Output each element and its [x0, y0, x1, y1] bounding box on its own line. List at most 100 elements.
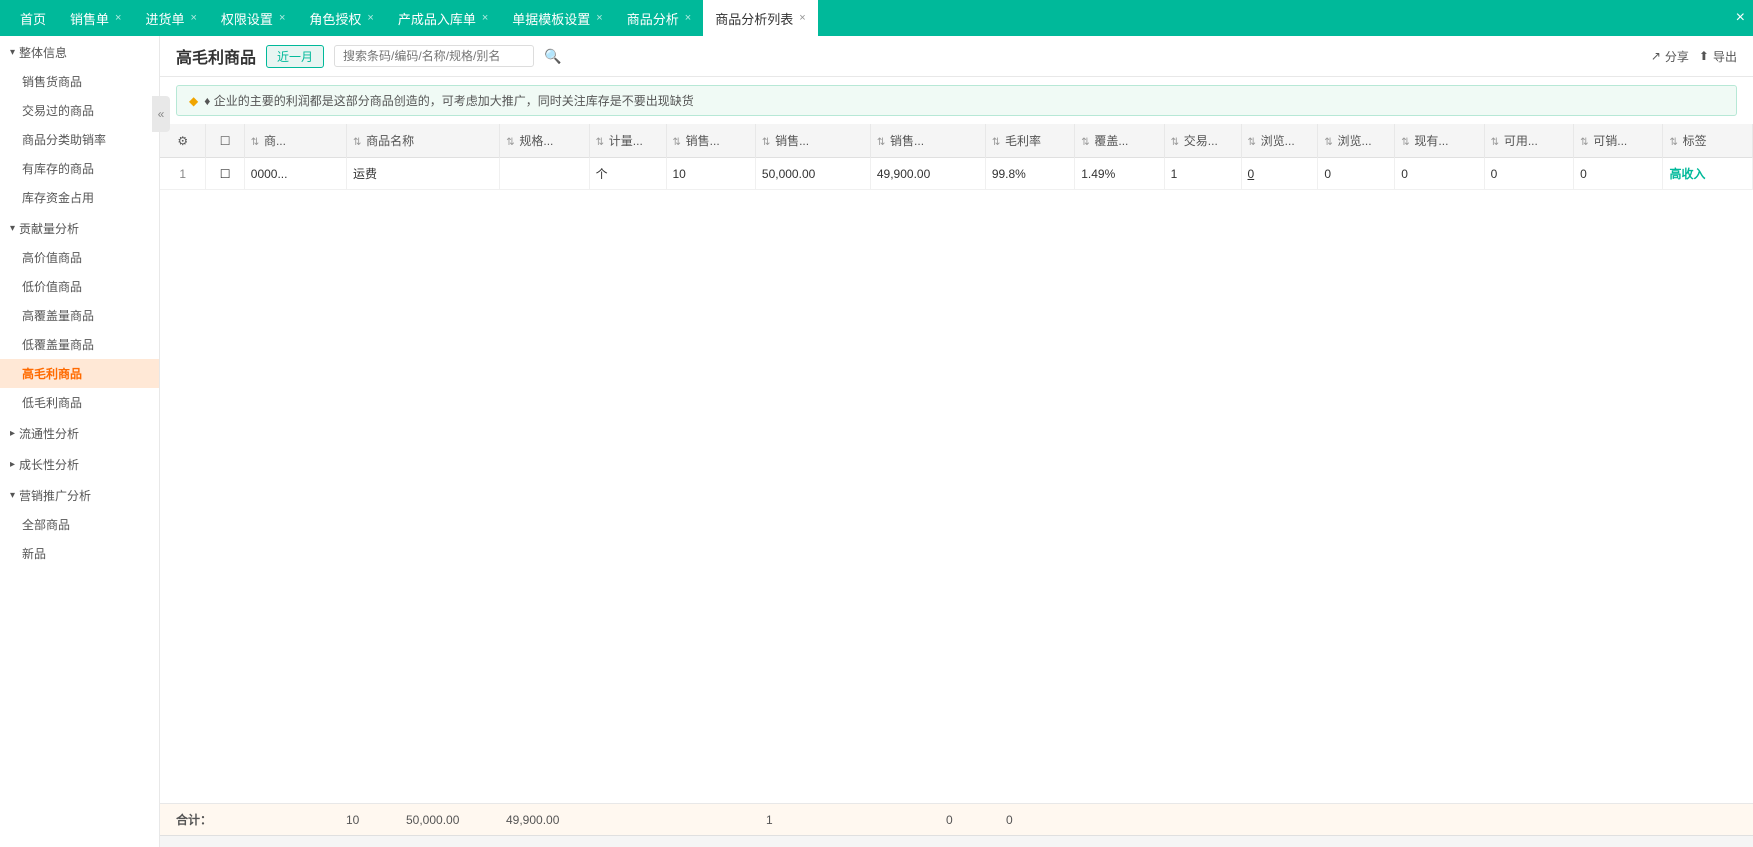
sidebar-item-0-3[interactable]: 有库存的商品: [0, 154, 159, 183]
col-label-3: 商品名称: [366, 134, 414, 148]
sort-icon-17[interactable]: ⇅: [1669, 137, 1680, 148]
table-col-14: ⇅ 现有...: [1395, 124, 1484, 158]
cell-0-0: 1: [160, 158, 206, 190]
sidebar-item-0-4[interactable]: 库存资金占用: [0, 183, 159, 212]
sort-icon-7[interactable]: ⇅: [762, 137, 773, 148]
sidebar-item-1-5[interactable]: 低毛利商品: [0, 388, 159, 417]
sidebar-group-arrow-4: ▾: [10, 490, 15, 501]
sort-icon-11[interactable]: ⇅: [1171, 137, 1182, 148]
collapse-icon: «: [158, 107, 165, 121]
col-label-15: 可用...: [1504, 134, 1538, 148]
nav-item-6[interactable]: 单据模板设置×: [500, 0, 614, 36]
nav-item-1[interactable]: 销售单×: [58, 0, 133, 36]
nav-item-4[interactable]: 角色授权×: [297, 0, 385, 36]
cell-0-1[interactable]: ☐: [206, 158, 244, 190]
sidebar-group-arrow-3: ▸: [10, 459, 15, 470]
nav-close-5[interactable]: ×: [482, 12, 488, 24]
sidebar-group-1[interactable]: ▾贡献量分析: [0, 212, 159, 243]
sidebar-group-2[interactable]: ▸流通性分析: [0, 417, 159, 448]
sort-icon-9[interactable]: ⇅: [992, 137, 1003, 148]
data-table: ⚙☐⇅ 商...⇅ 商品名称⇅ 规格...⇅ 计量...⇅ 销售...⇅ 销售.…: [160, 124, 1753, 190]
nav-close-7[interactable]: ×: [685, 12, 691, 24]
content-area: 高毛利商品 近一月 🔍 ↗ 分享 ⬆ 导出 ◆ ♦ 企业的主要的利润都是这部分商…: [160, 36, 1753, 847]
sidebar-group-3[interactable]: ▸成长性分析: [0, 448, 159, 479]
col-label-10: 覆盖...: [1094, 134, 1128, 148]
nav-item-8[interactable]: 商品分析列表×: [703, 0, 817, 36]
browse-link[interactable]: 0: [1248, 167, 1255, 181]
col-label-12: 浏览...: [1261, 134, 1295, 148]
sidebar-group-0[interactable]: ▾整体信息: [0, 36, 159, 67]
sidebar-item-4-1[interactable]: 新品: [0, 539, 159, 568]
cell-0-4: [500, 158, 589, 190]
share-button[interactable]: ↗ 分享: [1651, 48, 1689, 65]
sidebar-item-1-1[interactable]: 低价值商品: [0, 272, 159, 301]
nav-item-0[interactable]: 首页: [8, 0, 58, 36]
sidebar-item-1-2[interactable]: 高覆盖量商品: [0, 301, 159, 330]
sort-icon-2[interactable]: ⇅: [251, 137, 262, 148]
sort-icon-6[interactable]: ⇅: [673, 137, 684, 148]
table-col-15: ⇅ 可用...: [1484, 124, 1573, 158]
nav-close-2[interactable]: ×: [190, 12, 196, 24]
sidebar-group-4[interactable]: ▾ 营销推广分析: [0, 479, 159, 510]
sidebar-item-0-0[interactable]: 销售货商品: [0, 67, 159, 96]
cell-0-17: 高收入: [1663, 158, 1753, 190]
content-header: 高毛利商品 近一月 🔍 ↗ 分享 ⬆ 导出: [160, 36, 1753, 77]
table-row: 1☐0000...运费个1050,000.0049,900.0099.8%1.4…: [160, 158, 1753, 190]
cell-0-15: 0: [1484, 158, 1573, 190]
sidebar-collapse-button[interactable]: «: [152, 96, 170, 132]
close-all-tabs[interactable]: ×: [1736, 9, 1745, 27]
bottom-scrollbar[interactable]: [160, 835, 1753, 847]
col-label-4: 规格...: [519, 134, 553, 148]
search-button[interactable]: 🔍: [544, 48, 561, 65]
nav-item-3[interactable]: 权限设置×: [209, 0, 297, 36]
nav-item-7[interactable]: 商品分析×: [615, 0, 703, 36]
sort-icon-15[interactable]: ⇅: [1491, 137, 1502, 148]
nav-close-8[interactable]: ×: [799, 12, 805, 24]
nav-close-6[interactable]: ×: [596, 12, 602, 24]
table-col-1[interactable]: ☐: [206, 124, 244, 158]
table-header: ⚙☐⇅ 商...⇅ 商品名称⇅ 规格...⇅ 计量...⇅ 销售...⇅ 销售.…: [160, 124, 1753, 158]
sort-icon-10[interactable]: ⇅: [1081, 137, 1092, 148]
search-input[interactable]: [334, 45, 534, 67]
nav-item-5[interactable]: 产成品入库单×: [386, 0, 500, 36]
table-col-4: ⇅ 规格...: [500, 124, 589, 158]
footer-label: 合计：: [160, 811, 340, 828]
sidebar-group-title-text-4: 营销推广分析: [19, 487, 91, 504]
col-label-5: 计量...: [609, 134, 643, 148]
nav-item-2[interactable]: 进货单×: [133, 0, 208, 36]
sort-icon-8[interactable]: ⇅: [877, 137, 888, 148]
footer-available-stock: 0: [1000, 813, 1060, 827]
sidebar-item-4-0[interactable]: 全部商品: [0, 510, 159, 539]
sidebar: ▾整体信息销售货商品交易过的商品商品分类助销率有库存的商品库存资金占用▾贡献量分…: [0, 36, 160, 847]
col-label-11: 交易...: [1184, 134, 1218, 148]
cell-0-14: 0: [1395, 158, 1484, 190]
col-label-9: 毛利率: [1005, 134, 1041, 148]
table-col-6: ⇅ 销售...: [666, 124, 755, 158]
table-col-10: ⇅ 覆盖...: [1075, 124, 1164, 158]
sidebar-item-1-0[interactable]: 高价值商品: [0, 243, 159, 272]
sort-icon-16[interactable]: ⇅: [1580, 137, 1591, 148]
sidebar-item-0-2[interactable]: 商品分类助销率: [0, 125, 159, 154]
sort-icon-5[interactable]: ⇅: [596, 137, 607, 148]
sort-icon-4[interactable]: ⇅: [506, 137, 517, 148]
col-label-13: 浏览...: [1338, 134, 1372, 148]
table-col-5: ⇅ 计量...: [589, 124, 666, 158]
nav-close-4[interactable]: ×: [367, 12, 373, 24]
sidebar-item-1-3[interactable]: 低覆盖量商品: [0, 330, 159, 359]
sort-icon-13[interactable]: ⇅: [1324, 137, 1335, 148]
export-button[interactable]: ⬆ 导出: [1699, 48, 1737, 65]
sidebar-item-1-4[interactable]: 高毛利商品: [0, 359, 159, 388]
sort-icon-3[interactable]: ⇅: [353, 137, 364, 148]
table-col-9: ⇅ 毛利率: [985, 124, 1074, 158]
sort-icon-12[interactable]: ⇅: [1248, 137, 1259, 148]
sidebar-item-0-1[interactable]: 交易过的商品: [0, 96, 159, 125]
cell-0-6: 10: [666, 158, 755, 190]
sidebar-group-arrow-1: ▾: [10, 223, 15, 234]
filter-month-button[interactable]: 近一月: [266, 45, 324, 68]
nav-close-1[interactable]: ×: [115, 12, 121, 24]
cell-0-11: 1: [1164, 158, 1241, 190]
nav-close-3[interactable]: ×: [279, 12, 285, 24]
table-footer: 合计： 10 50,000.00 49,900.00 1 0 0: [160, 803, 1753, 835]
sort-icon-14[interactable]: ⇅: [1401, 137, 1412, 148]
cell-0-10: 1.49%: [1075, 158, 1164, 190]
